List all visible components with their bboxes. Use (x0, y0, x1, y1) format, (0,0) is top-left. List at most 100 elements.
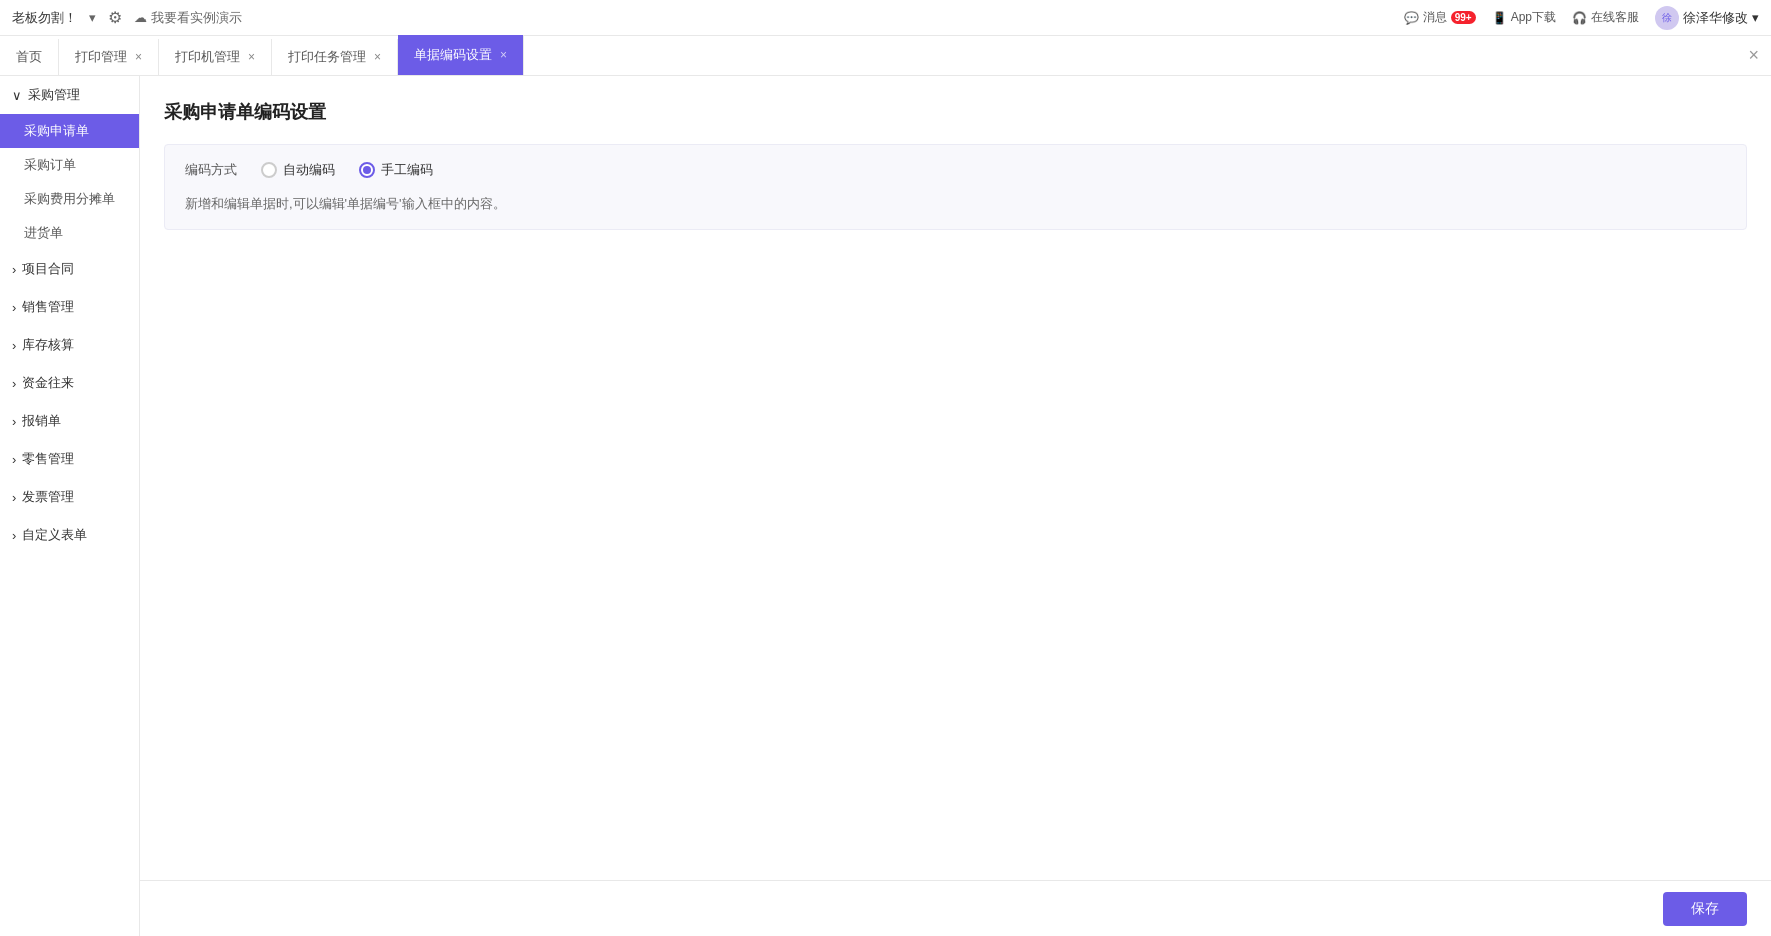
chevron-right-icon: › (12, 262, 16, 277)
tab-print-task-mgmt-close[interactable]: × (374, 50, 381, 64)
app-title: 老板勿割！ (12, 9, 77, 27)
sidebar-item-label-purchase-expense: 采购费用分摊单 (24, 190, 115, 208)
tab-bar: 首页 打印管理 × 打印机管理 × 打印任务管理 × 单据编码设置 × × (0, 36, 1771, 76)
sidebar-group-title-sales-mgmt[interactable]: › 销售管理 (0, 288, 139, 326)
sidebar-item-stock-in[interactable]: 进货单 (0, 216, 139, 250)
online-service-button[interactable]: 🎧 在线客服 (1572, 9, 1639, 26)
user-chevron-icon: ▾ (1752, 10, 1759, 25)
main-layout: ∨ 采购管理 采购申请单 采购订单 采购费用分摊单 进货单 › 项目合同 (0, 76, 1771, 936)
username: 徐泽华修改 (1683, 9, 1748, 27)
message-label: 消息 (1423, 9, 1447, 26)
sidebar-item-label-stock-in: 进货单 (24, 224, 63, 242)
sidebar-group-title-custom-form[interactable]: › 自定义表单 (0, 516, 139, 554)
save-button[interactable]: 保存 (1663, 892, 1747, 926)
tab-print-mgmt-close[interactable]: × (135, 50, 142, 64)
sidebar-group-custom-form: › 自定义表单 (0, 516, 139, 554)
sidebar-group-label-fund-flow: 资金往来 (22, 374, 74, 392)
demo-cloud-icon: ☁ (134, 10, 147, 25)
sidebar-item-label-purchase-order: 采购订单 (24, 156, 76, 174)
content-area: 采购申请单编码设置 编码方式 自动编码 手工编码 新增和编辑单据时,可以编辑'单… (140, 76, 1771, 936)
chevron-right-icon: › (12, 376, 16, 391)
chevron-down-icon: ∨ (12, 88, 22, 103)
sidebar-group-sales-mgmt: › 销售管理 (0, 288, 139, 326)
tab-printer-mgmt-label: 打印机管理 (175, 48, 240, 66)
tab-printer-mgmt-close[interactable]: × (248, 50, 255, 64)
sidebar-group-label-inventory: 库存核算 (22, 336, 74, 354)
close-all-tabs[interactable]: × (1736, 35, 1771, 75)
sidebar-group-project-contract: › 项目合同 (0, 250, 139, 288)
auto-code-label: 自动编码 (283, 161, 335, 179)
chevron-right-icon: › (12, 414, 16, 429)
sidebar-group-inventory: › 库存核算 (0, 326, 139, 364)
title-dropdown[interactable]: ▾ (89, 10, 96, 25)
avatar: 徐 (1655, 6, 1679, 30)
chevron-right-icon: › (12, 300, 16, 315)
sidebar-group-label-sales-mgmt: 销售管理 (22, 298, 74, 316)
tab-print-mgmt-label: 打印管理 (75, 48, 127, 66)
sidebar-group-label-invoice-mgmt: 发票管理 (22, 488, 74, 506)
top-bar-left: 老板勿割！ ▾ ⚙ ☁ 我要看实例演示 (12, 8, 242, 27)
tab-print-task-mgmt-label: 打印任务管理 (288, 48, 366, 66)
sidebar-group-title-invoice-mgmt[interactable]: › 发票管理 (0, 478, 139, 516)
sidebar-group-label-return-mgmt: 报销单 (22, 412, 61, 430)
app-download-button[interactable]: 📱 App下载 (1492, 9, 1556, 26)
sidebar-group-fund-flow: › 资金往来 (0, 364, 139, 402)
app-download-label: App下载 (1511, 9, 1556, 26)
sidebar-group-label-project-contract: 项目合同 (22, 260, 74, 278)
top-bar: 老板勿割！ ▾ ⚙ ☁ 我要看实例演示 💬 消息 99+ 📱 App下载 🎧 在… (0, 0, 1771, 36)
tab-printer-mgmt[interactable]: 打印机管理 × (159, 39, 272, 75)
code-method-row: 编码方式 自动编码 手工编码 (185, 161, 1726, 179)
page-title: 采购申请单编码设置 (164, 100, 1747, 124)
user-menu[interactable]: 徐 徐泽华修改 ▾ (1655, 6, 1759, 30)
auto-code-option[interactable]: 自动编码 (261, 161, 335, 179)
demo-text: 我要看实例演示 (151, 9, 242, 27)
hint-text: 新增和编辑单据时,可以编辑'单据编号'输入框中的内容。 (185, 195, 1726, 213)
tab-print-mgmt[interactable]: 打印管理 × (59, 39, 159, 75)
sidebar-group-title-inventory[interactable]: › 库存核算 (0, 326, 139, 364)
sidebar-group-title-purchase-mgmt[interactable]: ∨ 采购管理 (0, 76, 139, 114)
app-download-icon: 📱 (1492, 11, 1507, 25)
sidebar-group-return-mgmt: › 报销单 (0, 402, 139, 440)
tab-print-task-mgmt[interactable]: 打印任务管理 × (272, 39, 398, 75)
headset-icon: 🎧 (1572, 11, 1587, 25)
code-method-label: 编码方式 (185, 161, 237, 179)
chevron-down-icon: ▾ (89, 10, 96, 25)
message-icon: 💬 (1404, 11, 1419, 25)
online-service-label: 在线客服 (1591, 9, 1639, 26)
sidebar-group-retail-mgmt: › 零售管理 (0, 440, 139, 478)
sidebar-group-label-retail-mgmt: 零售管理 (22, 450, 74, 468)
chevron-right-icon: › (12, 338, 16, 353)
message-button[interactable]: 💬 消息 99+ (1404, 9, 1476, 26)
code-setting-box: 编码方式 自动编码 手工编码 新增和编辑单据时,可以编辑'单据编号'输入框中的内… (164, 144, 1747, 230)
sidebar-item-purchase-order[interactable]: 采购订单 (0, 148, 139, 182)
sidebar-group-purchase-mgmt: ∨ 采购管理 采购申请单 采购订单 采购费用分摊单 进货单 (0, 76, 139, 250)
manual-code-option[interactable]: 手工编码 (359, 161, 433, 179)
close-all-icon: × (1748, 45, 1759, 66)
settings-icon[interactable]: ⚙ (108, 8, 122, 27)
top-bar-right: 💬 消息 99+ 📱 App下载 🎧 在线客服 徐 徐泽华修改 ▾ (1404, 6, 1759, 30)
sidebar-group-title-project-contract[interactable]: › 项目合同 (0, 250, 139, 288)
sidebar-group-label-custom-form: 自定义表单 (22, 526, 87, 544)
sidebar-group-title-return-mgmt[interactable]: › 报销单 (0, 402, 139, 440)
sidebar-group-title-retail-mgmt[interactable]: › 零售管理 (0, 440, 139, 478)
tab-barcode-setting[interactable]: 单据编码设置 × (398, 35, 524, 75)
chevron-right-icon: › (12, 528, 16, 543)
sidebar-group-label-purchase-mgmt: 采购管理 (28, 86, 80, 104)
tab-barcode-setting-close[interactable]: × (500, 48, 507, 62)
tab-home[interactable]: 首页 (0, 39, 59, 75)
manual-code-radio[interactable] (359, 162, 375, 178)
chevron-right-icon: › (12, 452, 16, 467)
auto-code-radio[interactable] (261, 162, 277, 178)
sidebar-item-purchase-expense[interactable]: 采购费用分摊单 (0, 182, 139, 216)
manual-code-label: 手工编码 (381, 161, 433, 179)
chevron-right-icon: › (12, 490, 16, 505)
sidebar-group-title-fund-flow[interactable]: › 资金往来 (0, 364, 139, 402)
demo-link[interactable]: ☁ 我要看实例演示 (134, 9, 242, 27)
bottom-bar: 保存 (140, 880, 1771, 936)
sidebar-item-purchase-request[interactable]: 采购申请单 (0, 114, 139, 148)
sidebar-group-invoice-mgmt: › 发票管理 (0, 478, 139, 516)
sidebar-item-label-purchase-request: 采购申请单 (24, 122, 89, 140)
sidebar: ∨ 采购管理 采购申请单 采购订单 采购费用分摊单 进货单 › 项目合同 (0, 76, 140, 936)
tab-home-label: 首页 (16, 48, 42, 66)
message-badge: 99+ (1451, 11, 1476, 24)
